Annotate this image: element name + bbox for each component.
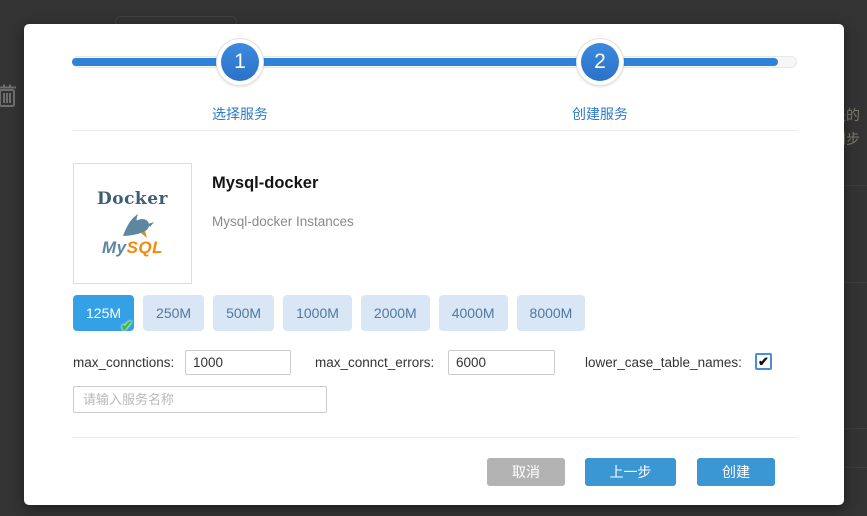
- service-name-input[interactable]: [73, 386, 327, 413]
- size-option-label: 1000M: [296, 305, 339, 321]
- service-logo: Docker MySQL: [73, 163, 192, 284]
- max-connect-errors-input[interactable]: [448, 350, 555, 375]
- size-option-4000m[interactable]: 4000M: [438, 295, 508, 331]
- selected-check-icon: ✔: [120, 318, 134, 335]
- previous-step-button[interactable]: 上一步: [585, 458, 676, 486]
- wizard-step-2-number: 2: [581, 43, 619, 81]
- size-option-500m[interactable]: 500M: [213, 295, 275, 331]
- background-separator: [844, 467, 867, 468]
- lower-case-table-names-checkbox[interactable]: ✔: [755, 353, 772, 370]
- mysql-dolphin-icon: [122, 214, 154, 238]
- size-option-label: 125M: [86, 305, 122, 321]
- max-connect-errors-label: max_connct_errors:: [315, 355, 435, 370]
- trash-icon: [0, 82, 18, 108]
- mysql-logo-my: My: [101, 238, 127, 257]
- service-subtitle: Mysql-docker Instances: [212, 214, 354, 229]
- size-option-250m[interactable]: 250M: [143, 295, 205, 331]
- size-options: 125M ✔ 250M 500M 1000M 2000M 4000M 8000M: [73, 295, 586, 335]
- background-separator: [844, 185, 867, 186]
- wizard-step-1-number: 1: [221, 43, 259, 81]
- wizard-step-1-circle[interactable]: 1: [216, 38, 264, 86]
- divider: [72, 437, 797, 438]
- size-option-label: 500M: [226, 305, 262, 321]
- divider: [72, 130, 797, 131]
- lower-case-table-names-label: lower_case_table_names:: [585, 355, 742, 370]
- background-separator: [844, 282, 867, 283]
- cancel-button[interactable]: 取消: [487, 458, 565, 486]
- wizard-step-2-circle[interactable]: 2: [576, 38, 624, 86]
- wizard-step-1-label: 选择服务: [212, 106, 268, 122]
- service-title: Mysql-docker: [212, 174, 319, 192]
- size-option-label: 4000M: [451, 305, 495, 321]
- size-option-2000m[interactable]: 2000M: [360, 295, 430, 331]
- wizard-step-2-label: 创建服务: [572, 106, 628, 122]
- checkbox-check-icon: ✔: [758, 353, 769, 369]
- wizard-progress-fill: [72, 58, 778, 66]
- size-option-125m[interactable]: 125M ✔: [73, 295, 135, 335]
- mysql-logo-text: MySQL: [102, 238, 163, 258]
- background-separator: [844, 428, 867, 429]
- size-option-label: 8000M: [529, 305, 573, 321]
- docker-logo-text: Docker: [97, 189, 168, 209]
- size-option-label: 2000M: [373, 305, 417, 321]
- size-option-8000m[interactable]: 8000M: [516, 295, 586, 331]
- max-connections-input[interactable]: [185, 350, 291, 375]
- create-service-dialog: 1 2 选择服务 创建服务 Docker MySQL Mysql-docker …: [24, 24, 844, 505]
- size-option-label: 250M: [156, 305, 192, 321]
- mysql-logo-sql: SQL: [126, 238, 164, 257]
- size-option-1000m[interactable]: 1000M: [283, 295, 352, 331]
- create-button[interactable]: 创建: [697, 458, 775, 486]
- max-connections-label: max_connctions:: [73, 355, 175, 370]
